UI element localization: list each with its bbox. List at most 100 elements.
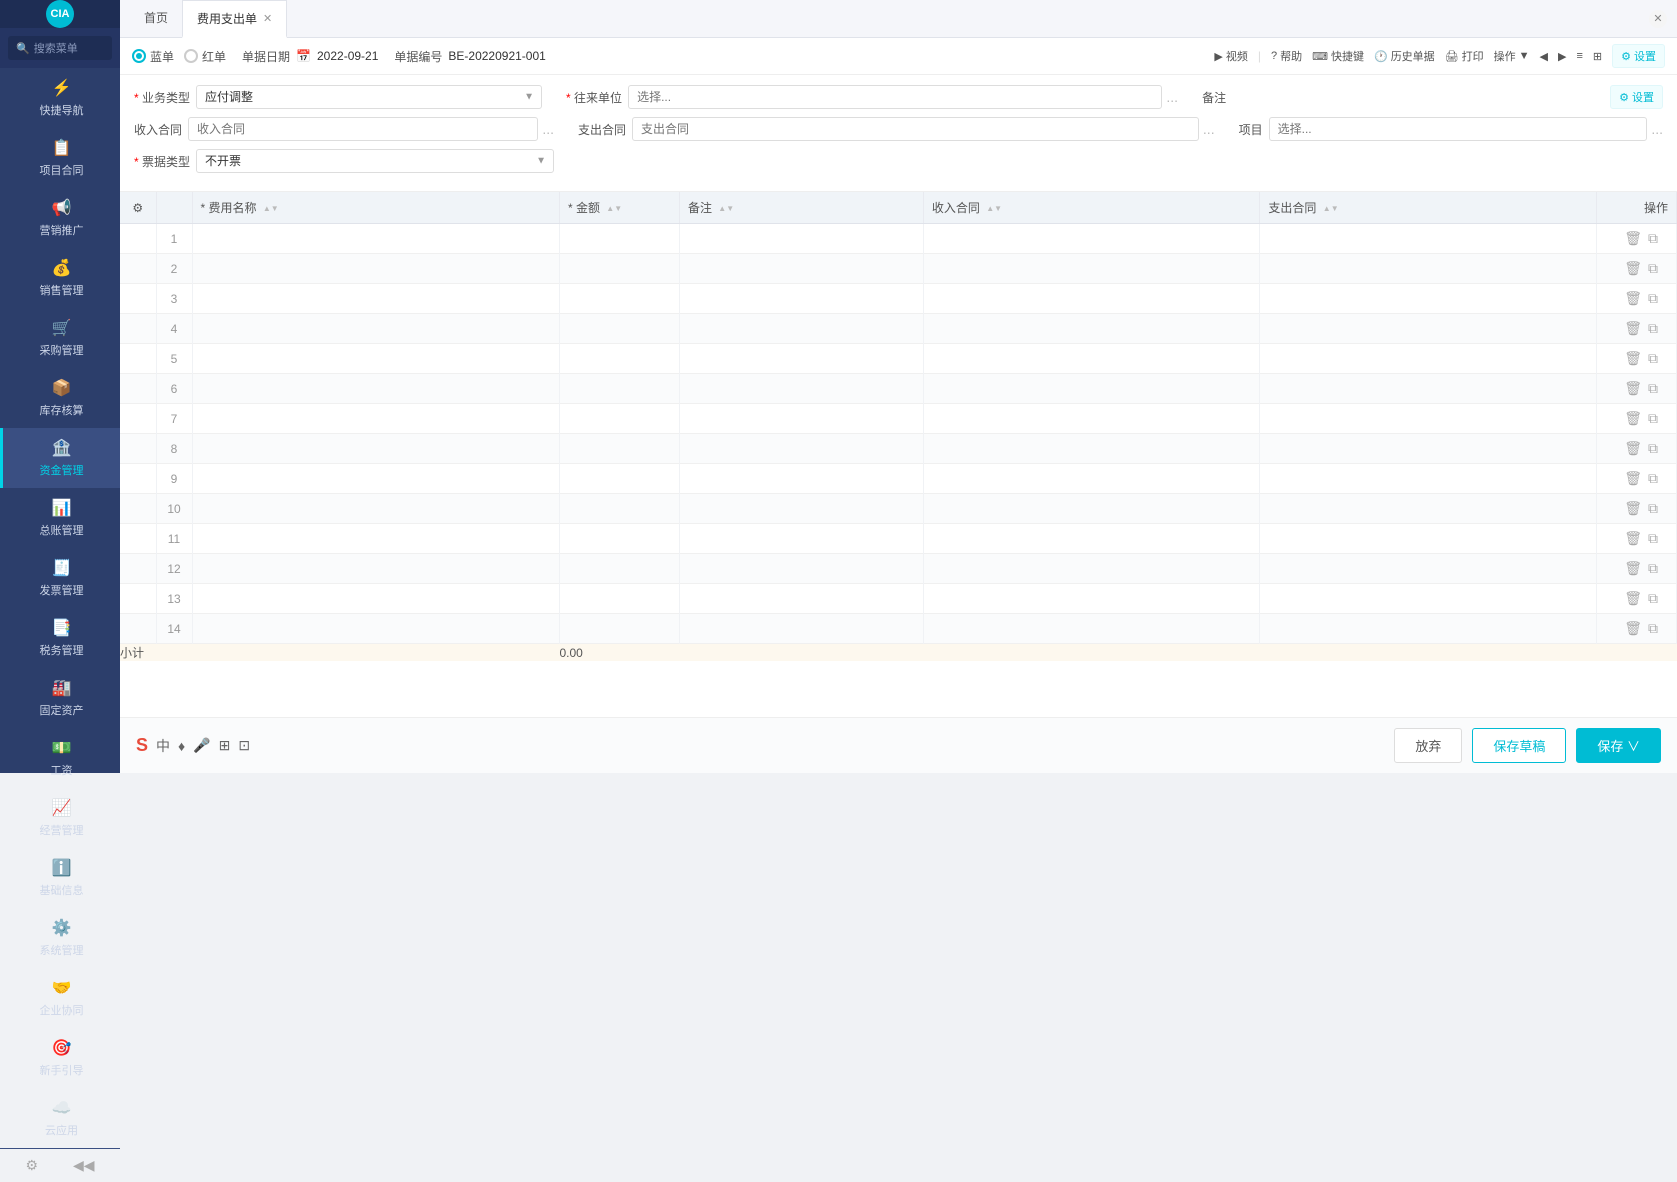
row-delete-icon[interactable]: 🗑 (1624, 470, 1642, 487)
counterpart-more-icon[interactable]: ... (1166, 89, 1178, 105)
sidebar-item-marketing[interactable]: 📢 营销推广 (0, 188, 120, 248)
sidebar-item-sales[interactable]: 💰 销售管理 (0, 248, 120, 308)
video-button[interactable]: ▶ 视频 (1214, 48, 1247, 64)
row-copy-icon[interactable]: ⧉ (1648, 560, 1658, 577)
invoice-type-select[interactable]: 不开票 (196, 149, 554, 173)
history-button[interactable]: 🕐 历史单据 (1374, 48, 1435, 64)
row-expense-name-cell[interactable] (192, 374, 559, 404)
row-expense-contract-cell[interactable] (1260, 494, 1597, 524)
row-income-contract-cell[interactable] (923, 614, 1260, 644)
row-remark-cell[interactable] (679, 404, 923, 434)
row-income-contract-cell[interactable] (923, 224, 1260, 254)
row-amount-cell[interactable] (559, 404, 679, 434)
row-remark-cell[interactable] (679, 374, 923, 404)
row-expense-contract-cell[interactable] (1260, 224, 1597, 254)
th-expense-contract[interactable]: 支出合同 ▲▼ (1260, 192, 1597, 224)
row-income-contract-cell[interactable] (923, 404, 1260, 434)
row-expense-name-cell[interactable] (192, 284, 559, 314)
radio-red[interactable]: 红单 (184, 48, 226, 65)
row-expense-name-cell[interactable] (192, 344, 559, 374)
row-copy-icon[interactable]: ⧉ (1648, 320, 1658, 337)
row-remark-cell[interactable] (679, 614, 923, 644)
row-expense-contract-cell[interactable] (1260, 344, 1597, 374)
th-gear[interactable]: ⚙ (120, 192, 156, 224)
row-expense-name-cell[interactable] (192, 524, 559, 554)
row-amount-cell[interactable] (559, 254, 679, 284)
row-delete-icon[interactable]: 🗑 (1624, 260, 1642, 277)
row-expense-contract-cell[interactable] (1260, 404, 1597, 434)
row-remark-cell[interactable] (679, 314, 923, 344)
row-amount-cell[interactable] (559, 494, 679, 524)
row-amount-cell[interactable] (559, 464, 679, 494)
row-delete-icon[interactable]: 🗑 (1624, 440, 1642, 457)
nav-next-button[interactable]: ▶ (1558, 50, 1566, 63)
sidebar-item-accounting[interactable]: 📊 总账管理 (0, 488, 120, 548)
row-income-contract-cell[interactable] (923, 344, 1260, 374)
sidebar-item-payroll[interactable]: 💵 工资 (0, 728, 120, 788)
sidebar-item-tax[interactable]: 📑 税务管理 (0, 608, 120, 668)
row-income-contract-cell[interactable] (923, 254, 1260, 284)
table-settings-icon[interactable]: ⚙ (132, 201, 143, 215)
row-expense-contract-cell[interactable] (1260, 554, 1597, 584)
row-remark-cell[interactable] (679, 254, 923, 284)
sidebar-item-project-contract[interactable]: 📋 项目合同 (0, 128, 120, 188)
row-expense-name-cell[interactable] (192, 224, 559, 254)
row-amount-cell[interactable] (559, 224, 679, 254)
row-remark-cell[interactable] (679, 224, 923, 254)
business-type-select[interactable]: 应付调整 (196, 85, 542, 109)
row-remark-cell[interactable] (679, 284, 923, 314)
sidebar-item-invoice[interactable]: 🧾 发票管理 (0, 548, 120, 608)
sidebar-item-system[interactable]: ⚙️ 系统管理 (0, 908, 120, 968)
shortcut-button[interactable]: ⌨ 快捷键 (1312, 48, 1364, 64)
tab-expense[interactable]: 费用支出单 ✕ (182, 0, 287, 38)
actions-button[interactable]: 操作 ▼ (1494, 48, 1530, 64)
sidebar-item-fixed-assets[interactable]: 🏭 固定资产 (0, 668, 120, 728)
row-expense-contract-cell[interactable] (1260, 374, 1597, 404)
row-expense-contract-cell[interactable] (1260, 584, 1597, 614)
row-expense-name-cell[interactable] (192, 494, 559, 524)
sidebar-item-cloud-app[interactable]: ☁️ 云应用 (0, 1088, 120, 1148)
row-amount-cell[interactable] (559, 524, 679, 554)
sidebar-item-enterprise[interactable]: 🤝 企业协同 (0, 968, 120, 1028)
settings-icon[interactable]: ⚙ (25, 1157, 38, 1174)
row-income-contract-cell[interactable] (923, 524, 1260, 554)
row-expense-name-cell[interactable] (192, 314, 559, 344)
row-delete-icon[interactable]: 🗑 (1624, 350, 1642, 367)
row-expense-contract-cell[interactable] (1260, 464, 1597, 494)
row-copy-icon[interactable]: ⧉ (1648, 530, 1658, 547)
row-delete-icon[interactable]: 🗑 (1624, 230, 1642, 247)
th-income-contract[interactable]: 收入合同 ▲▼ (923, 192, 1260, 224)
row-remark-cell[interactable] (679, 554, 923, 584)
row-amount-cell[interactable] (559, 284, 679, 314)
sound-icon[interactable]: ◀◀ (73, 1157, 95, 1174)
row-income-contract-cell[interactable] (923, 434, 1260, 464)
invoice-type-select-wrapper[interactable]: 不开票 ▼ (196, 149, 554, 173)
row-copy-icon[interactable]: ⧉ (1648, 470, 1658, 487)
expense-contract-more-icon[interactable]: ... (1203, 121, 1215, 137)
form-settings-button[interactable]: ⚙ 设置 (1610, 85, 1663, 109)
income-contract-more-icon[interactable]: ... (542, 121, 554, 137)
project-input[interactable] (1269, 117, 1648, 141)
row-income-contract-cell[interactable] (923, 314, 1260, 344)
row-delete-icon[interactable]: 🗑 (1624, 500, 1642, 517)
row-copy-icon[interactable]: ⧉ (1648, 260, 1658, 277)
radio-blue[interactable]: 蓝单 (132, 48, 174, 65)
row-copy-icon[interactable]: ⧉ (1648, 440, 1658, 457)
sidebar-item-new-guide[interactable]: 🎯 新手引导 (0, 1028, 120, 1088)
row-expense-contract-cell[interactable] (1260, 284, 1597, 314)
row-copy-icon[interactable]: ⧉ (1648, 290, 1658, 307)
row-income-contract-cell[interactable] (923, 284, 1260, 314)
search-menu-button[interactable]: 🔍 搜索菜单 (8, 36, 112, 60)
th-remark[interactable]: 备注 ▲▼ (679, 192, 923, 224)
row-income-contract-cell[interactable] (923, 374, 1260, 404)
row-amount-cell[interactable] (559, 554, 679, 584)
row-delete-icon[interactable]: 🗑 (1624, 290, 1642, 307)
row-expense-name-cell[interactable] (192, 554, 559, 584)
row-delete-icon[interactable]: 🗑 (1624, 410, 1642, 427)
row-expense-contract-cell[interactable] (1260, 254, 1597, 284)
row-copy-icon[interactable]: ⧉ (1648, 230, 1658, 247)
tab-close-expense[interactable]: ✕ (263, 12, 272, 25)
row-remark-cell[interactable] (679, 464, 923, 494)
nav-prev-button[interactable]: ◀ (1540, 50, 1548, 63)
row-expense-name-cell[interactable] (192, 434, 559, 464)
